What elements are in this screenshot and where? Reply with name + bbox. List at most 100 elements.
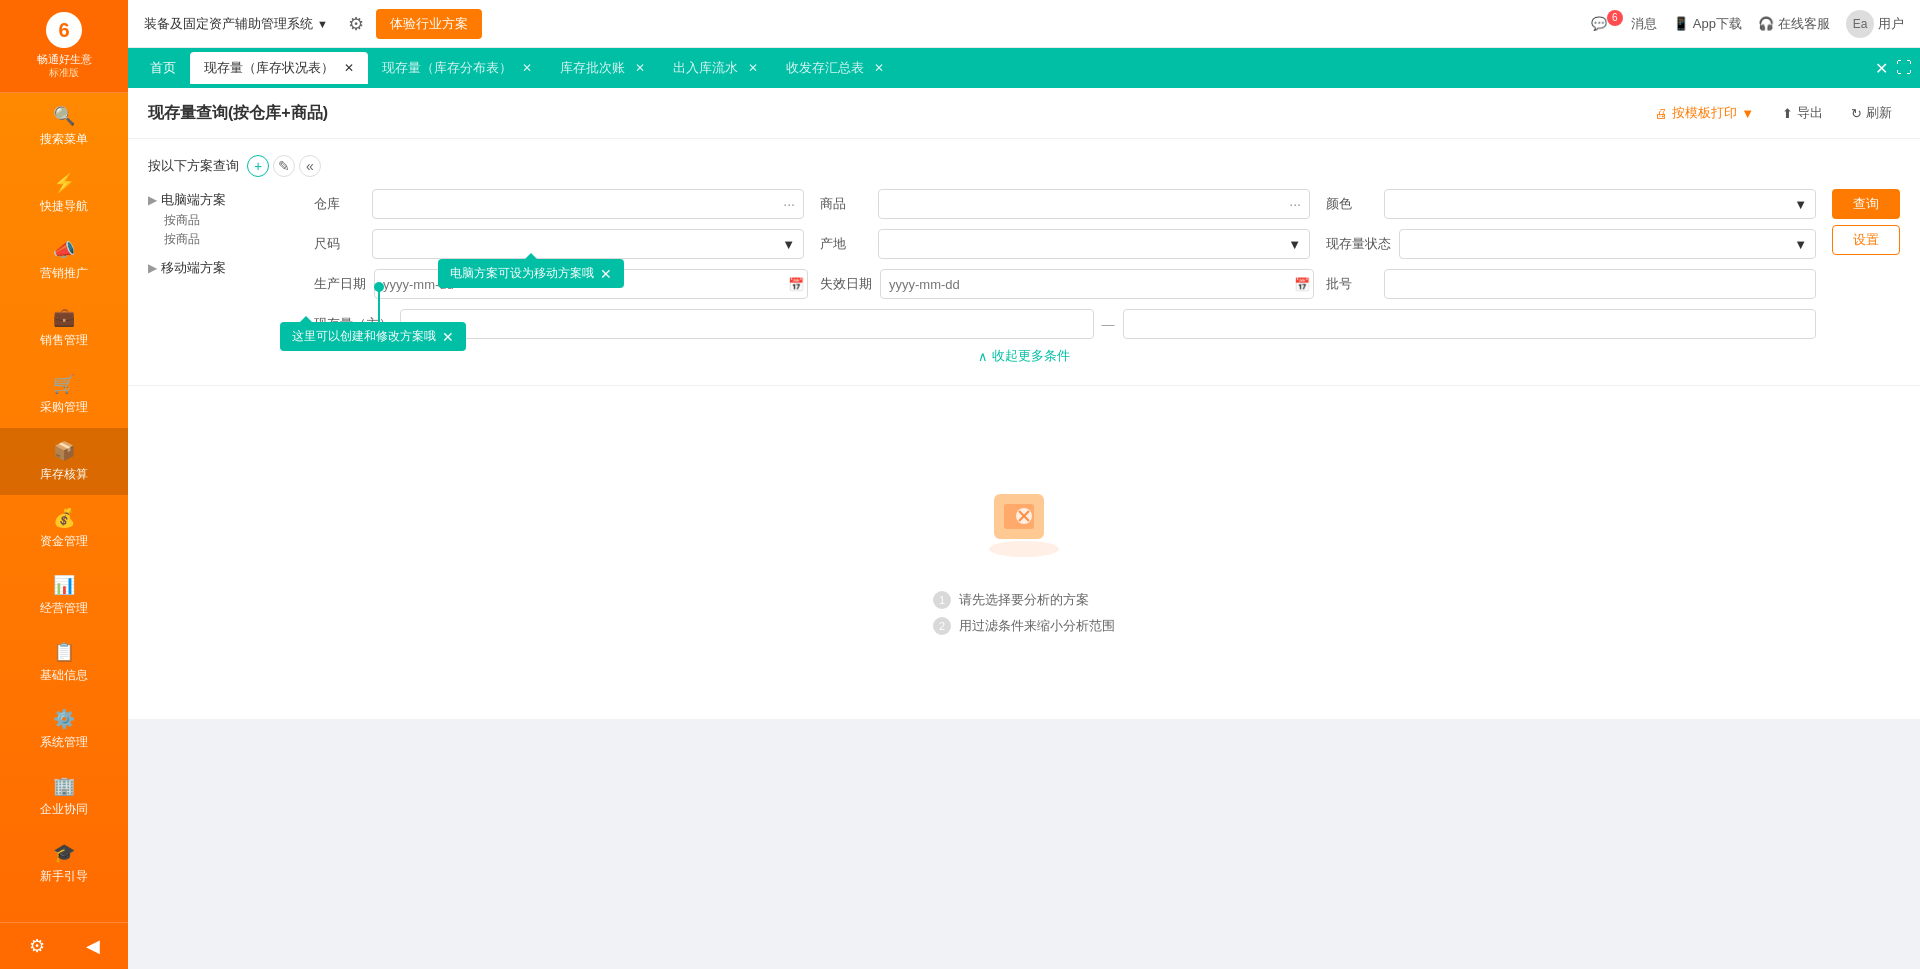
edit-scheme-btn[interactable]: ✎ — [273, 155, 295, 177]
tab-close-icon[interactable]: ✕ — [748, 61, 758, 75]
chevron-down-icon: ▼ — [317, 18, 328, 30]
filter-actions-col: 查询 设置 — [1832, 189, 1900, 339]
quick-icon: ⚡ — [53, 172, 75, 194]
messages-item[interactable]: 💬 6 消息 — [1591, 15, 1657, 33]
tree-arrow-icon: ▶ — [148, 193, 157, 207]
tooltip2-close-btn[interactable]: ✕ — [442, 329, 454, 345]
tree-children-desktop: 按商品 按商品 — [164, 211, 298, 249]
sidebar-item-search[interactable]: 🔍 搜索菜单 — [0, 93, 128, 160]
goods-select[interactable]: ··· — [878, 189, 1310, 219]
tooltip1-close-btn[interactable]: ✕ — [600, 266, 612, 282]
chevron-down-icon: ▼ — [782, 237, 795, 252]
stock-qty-end[interactable] — [1123, 309, 1817, 339]
filter-header: 按以下方案查询 + ✎ « — [148, 155, 1900, 177]
tooltip-create-scheme: 这里可以创建和修改方案哦 ✕ — [280, 322, 466, 351]
print-template-btn[interactable]: 🖨 按模板打印 ▼ — [1647, 100, 1762, 126]
online-support-label: 在线客服 — [1778, 15, 1830, 33]
tab-close-icon[interactable]: ✕ — [344, 61, 354, 75]
sidebar-item-purchase[interactable]: 🛒 采购管理 — [0, 361, 128, 428]
app-download-item[interactable]: 📱 App下载 — [1673, 15, 1742, 33]
sidebar-item-inventory[interactable]: 📦 库存核算 — [0, 428, 128, 495]
message-icon: 💬 — [1591, 16, 1607, 31]
industry-btn[interactable]: 体验行业方案 — [376, 9, 482, 39]
tab-inventory-status[interactable]: 现存量（库存状况表） ✕ — [190, 52, 368, 84]
sidebar-item-sales[interactable]: 💼 销售管理 — [0, 294, 128, 361]
filter-item-goods: 商品 ··· — [820, 189, 1310, 219]
tab-inout[interactable]: 出入库流水 ✕ — [659, 52, 772, 84]
refresh-btn[interactable]: ↻ 刷新 — [1843, 100, 1900, 126]
filter-item-color: 颜色 ▼ — [1326, 189, 1816, 219]
filter-item-batch: 批号 — [1326, 269, 1816, 299]
search-btn[interactable]: 查询 — [1832, 189, 1900, 219]
topbar: 装备及固定资产辅助管理系统 ▼ ⚙ 体验行业方案 💬 6 消息 📱 App下载 … — [128, 0, 1920, 48]
sidebar-item-operation[interactable]: 📊 经营管理 — [0, 562, 128, 629]
sidebar-bottom: ⚙ ◀ — [0, 922, 128, 969]
tab-close-icon[interactable]: ✕ — [635, 61, 645, 75]
add-scheme-btn[interactable]: + — [247, 155, 269, 177]
tab-summary[interactable]: 收发存汇总表 ✕ — [772, 52, 898, 84]
stock-status-select[interactable]: ▼ — [1399, 229, 1816, 259]
collapse-sidebar-btn[interactable]: ◀ — [86, 935, 100, 957]
stock-status-label: 现存量状态 — [1326, 235, 1391, 253]
goods-label: 商品 — [820, 195, 870, 213]
settings-icon[interactable]: ⚙ — [348, 13, 364, 35]
warehouse-select[interactable]: ··· — [372, 189, 804, 219]
tree-item-desktop[interactable]: ▶ 电脑端方案 — [148, 189, 298, 211]
tab-batch[interactable]: 库存批次账 ✕ — [546, 52, 659, 84]
online-support-item[interactable]: 🎧 在线客服 — [1758, 15, 1830, 33]
expire-date-start[interactable] — [880, 269, 1314, 299]
stock-qty-start[interactable] — [400, 309, 1094, 339]
chevron-down-icon: ▼ — [1794, 197, 1807, 212]
system-select[interactable]: 装备及固定资产辅助管理系统 ▼ — [144, 15, 328, 33]
warehouse-dots-icon: ··· — [783, 196, 795, 212]
logo-text: 畅通好生意 — [37, 52, 92, 66]
sidebar-item-label: 采购管理 — [40, 399, 88, 416]
tab-inventory-dist[interactable]: 现存量（库存分布表） ✕ — [368, 52, 546, 84]
sidebar-item-system[interactable]: ⚙️ 系统管理 — [0, 696, 128, 763]
chevron-up-icon: ∧ — [978, 349, 988, 364]
sidebar-item-marketing[interactable]: 📣 营销推广 — [0, 227, 128, 294]
maximize-btn[interactable]: ⛶ — [1896, 59, 1912, 78]
sidebar-item-enterprise[interactable]: 🏢 企业协同 — [0, 763, 128, 830]
export-btn[interactable]: ⬆ 导出 — [1774, 100, 1831, 126]
refresh-icon: ↻ — [1851, 106, 1862, 121]
headset-icon: 🎧 — [1758, 16, 1774, 31]
finance-icon: 💰 — [53, 507, 75, 529]
sidebar-item-basic[interactable]: 📋 基础信息 — [0, 629, 128, 696]
sidebar-item-label: 快捷导航 — [40, 198, 88, 215]
tooltip1-text: 电脑方案可设为移动方案哦 — [450, 265, 594, 282]
close-all-tabs-btn[interactable]: ✕ — [1875, 59, 1888, 78]
enterprise-icon: 🏢 — [53, 775, 75, 797]
sidebar-item-finance[interactable]: 💰 资金管理 — [0, 495, 128, 562]
filter-row-4: 现存量（主） — — [314, 309, 1816, 339]
reset-btn[interactable]: 设置 — [1832, 225, 1900, 255]
user-item[interactable]: Ea 用户 — [1846, 10, 1904, 38]
print-icon: 🖨 — [1655, 106, 1668, 121]
sidebar-item-label: 库存核算 — [40, 466, 88, 483]
filter-header-btns: + ✎ « — [247, 155, 321, 177]
goods-dots-icon: ··· — [1289, 196, 1301, 212]
size-select[interactable]: ▼ — [372, 229, 804, 259]
topbar-right: 💬 6 消息 📱 App下载 🎧 在线客服 Ea 用户 — [1591, 10, 1904, 38]
app-download-label: App下载 — [1693, 15, 1742, 33]
empty-state: 1 请先选择要分析的方案 2 用过滤条件来缩小分析范围 — [128, 394, 1920, 719]
color-select[interactable]: ▼ — [1384, 189, 1816, 219]
sidebar-item-label: 系统管理 — [40, 734, 88, 751]
origin-select[interactable]: ▼ — [878, 229, 1310, 259]
tree-child-item[interactable]: 按商品 — [164, 211, 298, 230]
settings-bottom-btn[interactable]: ⚙ — [29, 935, 45, 957]
sidebar-item-guide[interactable]: 🎓 新手引导 — [0, 830, 128, 897]
tab-close-icon[interactable]: ✕ — [874, 61, 884, 75]
batch-input[interactable] — [1384, 269, 1816, 299]
svg-point-0 — [989, 541, 1059, 557]
sidebar-item-quick[interactable]: ⚡ 快捷导航 — [0, 160, 128, 227]
tree-item-mobile[interactable]: ▶ 移动端方案 — [148, 257, 298, 279]
avatar-text: Ea — [1853, 17, 1868, 31]
tab-close-icon[interactable]: ✕ — [522, 61, 532, 75]
tree-child-item[interactable]: 按商品 — [164, 230, 298, 249]
color-label: 颜色 — [1326, 195, 1376, 213]
back-scheme-btn[interactable]: « — [299, 155, 321, 177]
search-icon: 🔍 — [53, 105, 75, 127]
tab-home[interactable]: 首页 — [136, 52, 190, 84]
sidebar-item-label: 资金管理 — [40, 533, 88, 550]
